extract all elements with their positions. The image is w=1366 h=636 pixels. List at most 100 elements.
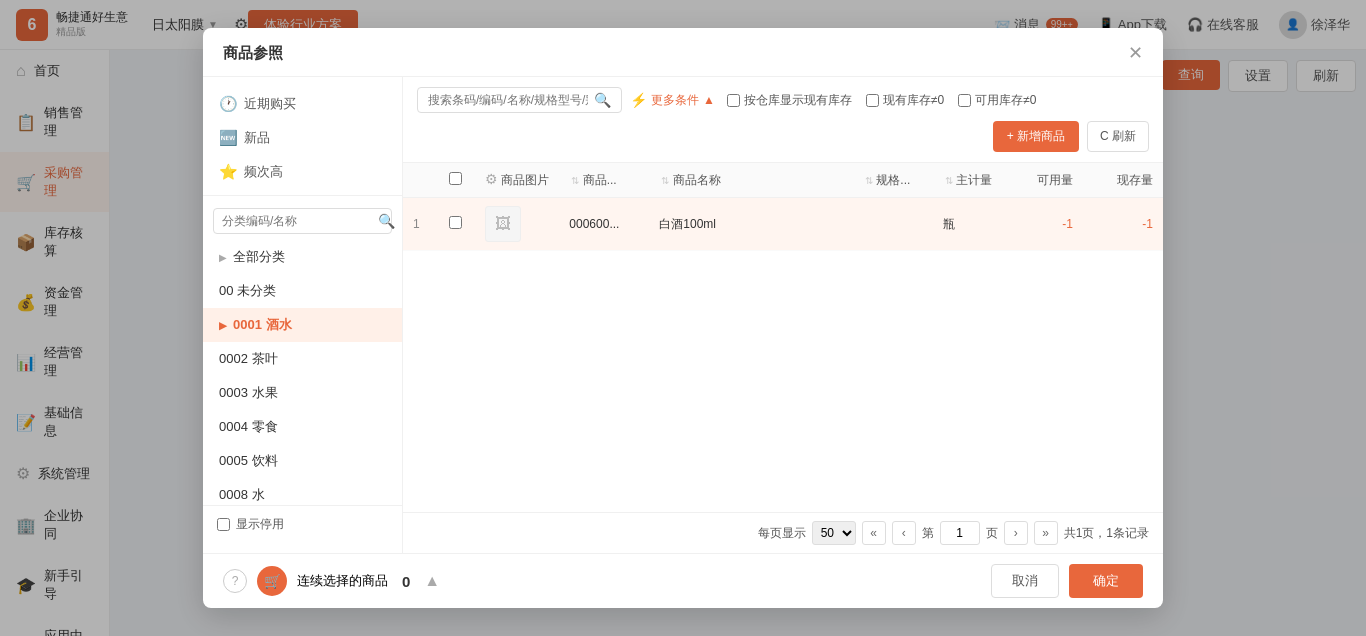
row-img: 🖼 [475, 198, 559, 251]
cat-0004-label: 0004 零食 [219, 418, 278, 436]
image-icon: 🖼 [495, 215, 511, 233]
col-spec-header: ⇅ 规格... [853, 163, 933, 198]
category-panel: 🕐 近期购买 🆕 新品 ⭐ 频次高 🔍 [203, 77, 403, 553]
category-search-input[interactable] [222, 214, 372, 228]
modal-footer: ? 🛒 连续选择的商品 0 ▲ 取消 确定 [203, 553, 1163, 608]
cat-0004[interactable]: 0004 零食 [203, 410, 402, 444]
available-checkbox-label[interactable]: 现有库存≠0 [866, 92, 944, 109]
row-stock: -1 [1083, 198, 1163, 251]
row-num: 1 [403, 198, 439, 251]
triangle-right-icon: ▶ [219, 252, 227, 263]
collapse-button[interactable]: ▲ [424, 572, 440, 590]
toolbar: 🔍 ⚡ 更多条件 ▲ 按仓库显示现有库存 现 [403, 77, 1163, 163]
cat-0005[interactable]: 0005 饮料 [203, 444, 402, 478]
row-spec [853, 198, 933, 251]
col-stock-label: 现存量 [1117, 173, 1153, 187]
quick-recent[interactable]: 🕐 近期购买 [203, 87, 402, 121]
next-page-btn[interactable]: › [1004, 521, 1028, 545]
show-disabled-checkbox[interactable] [217, 518, 230, 531]
warehouse-label: 按仓库显示现有库存 [744, 92, 852, 109]
cat-all[interactable]: ▶ 全部分类 [203, 240, 402, 274]
modal-body: 🕐 近期购买 🆕 新品 ⭐ 频次高 🔍 [203, 77, 1163, 553]
cat-0003-label: 0003 水果 [219, 384, 278, 402]
first-page-btn[interactable]: « [862, 521, 886, 545]
col-num-header [403, 163, 439, 198]
col-spec-label: 规格... [876, 173, 910, 187]
product-search-bar[interactable]: 🔍 [417, 87, 622, 113]
row-checkbox[interactable] [449, 216, 462, 229]
filter-icon: ⚡ [630, 92, 647, 108]
table-row[interactable]: 1 🖼 000600... 白酒100ml [403, 198, 1163, 251]
usable-checkbox[interactable] [958, 94, 971, 107]
modal-title: 商品参照 [223, 44, 283, 63]
sort-spec-icon: ⇅ [865, 175, 873, 186]
quick-new[interactable]: 🆕 新品 [203, 121, 402, 155]
col-check-header [439, 163, 475, 198]
modal-header: 商品参照 ✕ [203, 28, 1163, 77]
pagination: 每页显示 50 « ‹ 第 1 页 › » 共1页，1条记录 [403, 512, 1163, 553]
col-code-header: ⇅ 商品... [559, 163, 649, 198]
quick-freq[interactable]: ⭐ 频次高 [203, 155, 402, 189]
filter-up-icon: ▲ [703, 93, 715, 107]
page-input[interactable]: 1 [940, 521, 980, 545]
cat-0003[interactable]: 0003 水果 [203, 376, 402, 410]
search-icon[interactable]: 🔍 [594, 92, 611, 108]
select-all-checkbox[interactable] [449, 172, 462, 185]
category-search-icon[interactable]: 🔍 [378, 213, 395, 229]
recent-icon: 🕐 [219, 95, 238, 113]
row-check[interactable] [439, 198, 475, 251]
product-table: ⚙ 商品图片 ⇅ 商品... ⇅ 商品名称 [403, 163, 1163, 251]
quick-new-label: 新品 [244, 129, 270, 147]
footer-right: 取消 确定 [991, 564, 1143, 598]
cat-0001-label: 0001 酒水 [233, 316, 292, 334]
col-name-header: ⇅ 商品名称 [649, 163, 853, 198]
cart-button[interactable]: 🛒 [257, 566, 287, 596]
refresh-button[interactable]: C 刷新 [1087, 121, 1149, 152]
star-icon: ⭐ [219, 163, 238, 181]
table-settings-icon[interactable]: ⚙ [485, 171, 498, 187]
add-product-button[interactable]: + 新增商品 [993, 121, 1079, 152]
modal-close-button[interactable]: ✕ [1128, 42, 1143, 64]
confirm-button[interactable]: 确定 [1069, 564, 1143, 598]
selected-label: 连续选择的商品 [297, 572, 388, 590]
product-modal: 商品参照 ✕ 🕐 近期购买 🆕 新品 ⭐ 频次高 [203, 28, 1163, 608]
category-search[interactable]: 🔍 [213, 208, 392, 234]
col-img-label: 商品图片 [501, 173, 549, 187]
cat-00[interactable]: 00 未分类 [203, 274, 402, 308]
checkbox-group: 按仓库显示现有库存 现有库存≠0 可用库存≠0 [727, 92, 1037, 109]
warehouse-checkbox[interactable] [727, 94, 740, 107]
product-thumbnail: 🖼 [485, 206, 521, 242]
usable-checkbox-label[interactable]: 可用库存≠0 [958, 92, 1036, 109]
quick-recent-label: 近期购买 [244, 95, 296, 113]
help-button[interactable]: ? [223, 569, 247, 593]
show-disabled-label[interactable]: 显示停用 [236, 516, 284, 533]
page-suffix: 页 [986, 525, 998, 542]
per-page-select[interactable]: 50 [812, 521, 856, 545]
new-icon: 🆕 [219, 129, 238, 147]
last-page-btn[interactable]: » [1034, 521, 1058, 545]
prev-page-btn[interactable]: ‹ [892, 521, 916, 545]
product-table-wrap: ⚙ 商品图片 ⇅ 商品... ⇅ 商品名称 [403, 163, 1163, 512]
col-unit-label: 主计量 [956, 173, 992, 187]
category-tree: ▶ 全部分类 00 未分类 ▶ 0001 酒水 0002 茶叶 0003 水果 [203, 240, 402, 505]
cat-0002-label: 0002 茶叶 [219, 350, 278, 368]
col-code-label: 商品... [583, 173, 617, 187]
warehouse-checkbox-label[interactable]: 按仓库显示现有库存 [727, 92, 852, 109]
show-disabled-footer: 显示停用 [203, 505, 402, 543]
sort-unit-icon: ⇅ [945, 175, 953, 186]
modal-overlay: 商品参照 ✕ 🕐 近期购买 🆕 新品 ⭐ 频次高 [0, 0, 1366, 636]
quick-freq-label: 频次高 [244, 163, 283, 181]
cat-0001[interactable]: ▶ 0001 酒水 [203, 308, 402, 342]
cat-0002[interactable]: 0002 茶叶 [203, 342, 402, 376]
col-name-label: 商品名称 [673, 173, 721, 187]
cat-0008[interactable]: 0008 水 [203, 478, 402, 505]
filter-more-btn[interactable]: ⚡ 更多条件 ▲ [630, 92, 715, 109]
toolbar-right: + 新增商品 C 刷新 [993, 121, 1149, 152]
filter-label: 更多条件 [651, 92, 699, 109]
product-search-input[interactable] [428, 93, 588, 107]
cancel-button[interactable]: 取消 [991, 564, 1059, 598]
available-checkbox[interactable] [866, 94, 879, 107]
col-stock-header: 现存量 [1083, 163, 1163, 198]
row-name: 白酒100ml [649, 198, 853, 251]
available-label: 现有库存≠0 [883, 92, 944, 109]
